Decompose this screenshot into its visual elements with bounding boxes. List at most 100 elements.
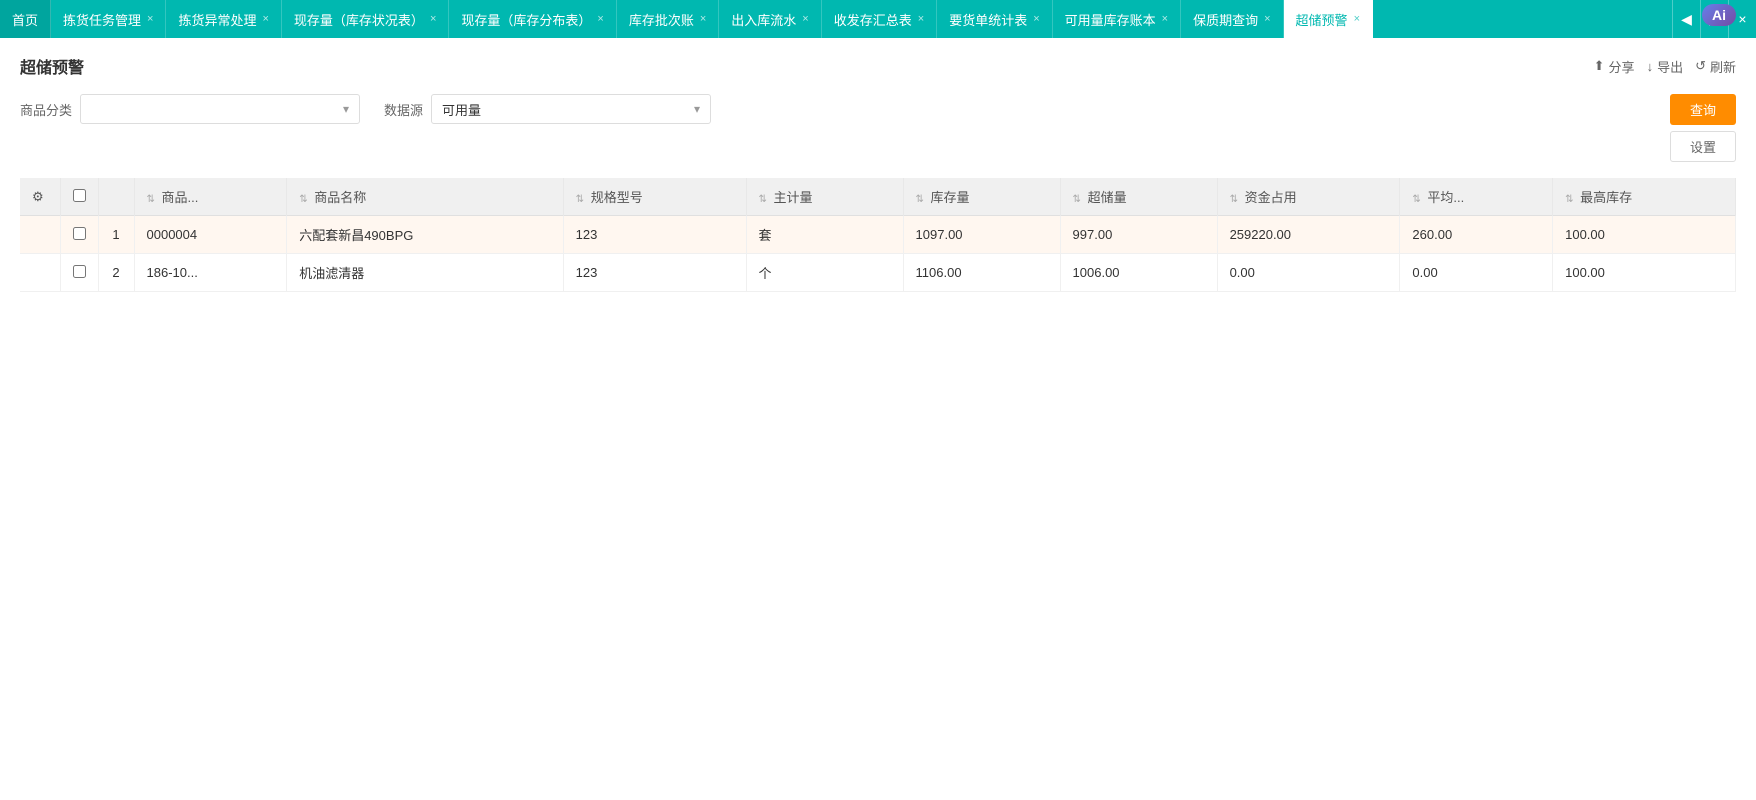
nav-overstock-warning[interactable]: 超储预警 × <box>1284 0 1373 38</box>
row1-overstock: 997.00 <box>1060 216 1217 254</box>
chevron-down-icon2: ▾ <box>694 102 700 116</box>
col-inventory[interactable]: ⇅ 库存量 <box>903 178 1060 216</box>
nav-abnormal[interactable]: 拣货异常处理 × <box>166 0 281 38</box>
table-row: 1 0000004 六配套新昌490BPG 123 套 1097.00 997.… <box>20 216 1736 254</box>
nav-batch-account[interactable]: 库存批次账 × <box>617 0 719 38</box>
close-inout-flow[interactable]: × <box>802 13 808 25</box>
row2-capital-occupied: 0.00 <box>1217 254 1400 292</box>
datasource-select-value: 可用量 <box>442 100 481 119</box>
nav-order-stats[interactable]: 要货单统计表 × <box>937 0 1052 38</box>
sort-icon: ⇅ <box>147 194 155 205</box>
sort-icon2: ⇅ <box>299 194 307 205</box>
row1-checkbox[interactable] <box>60 216 98 254</box>
nav-home[interactable]: 首页 <box>0 0 51 38</box>
col-goods-name[interactable]: ⇅ 商品名称 <box>287 178 563 216</box>
row1-spec: 123 <box>563 216 746 254</box>
sort-icon7: ⇅ <box>1230 194 1238 205</box>
row1-capital-occupied: 259220.00 <box>1217 216 1400 254</box>
close-quality-check[interactable]: × <box>1264 13 1270 25</box>
datasource-label: 数据源 <box>384 100 423 119</box>
col-settings[interactable]: ⚙ <box>20 178 60 216</box>
col-row-num <box>98 178 134 216</box>
close-avail-account[interactable]: × <box>1162 13 1168 25</box>
close-inventory-dist[interactable]: × <box>597 13 603 25</box>
row1-num: 1 <box>98 216 134 254</box>
row2-inventory: 1106.00 <box>903 254 1060 292</box>
row2-goods-code: 186-10... <box>134 254 287 292</box>
query-button[interactable]: 查询 <box>1670 94 1736 125</box>
export-button[interactable]: ↓ 导出 <box>1647 57 1684 76</box>
row2-num: 2 <box>98 254 134 292</box>
col-capital-occupied[interactable]: ⇅ 资金占用 <box>1217 178 1400 216</box>
nav-arrow-left[interactable]: ◀ <box>1672 0 1700 38</box>
row2-spec: 123 <box>563 254 746 292</box>
col-spec[interactable]: ⇅ 规格型号 <box>563 178 746 216</box>
export-icon: ↓ <box>1647 59 1654 74</box>
page-header: 超储预警 ⬆ 分享 ↓ 导出 ↺ 刷新 <box>20 54 1736 78</box>
col-goods-code[interactable]: ⇅ 商品... <box>134 178 287 216</box>
sort-icon6: ⇅ <box>1073 194 1081 205</box>
table-row: 2 186-10... 机油滤清器 123 个 1106.00 1006.00 … <box>20 254 1736 292</box>
filters-inner: 商品分类 ▾ 数据源 可用量 ▾ <box>20 94 1650 124</box>
nav-inventory-dist[interactable]: 现存量（库存分布表） × <box>449 0 616 38</box>
row1-max-inventory: 100.00 <box>1553 216 1736 254</box>
share-icon: ⬆ <box>1594 58 1605 74</box>
row2-goods-name: 机油滤清器 <box>287 254 563 292</box>
select-all-checkbox[interactable] <box>73 189 86 202</box>
top-nav: 首页 拣货任务管理 × 拣货异常处理 × 现存量（库存状况表） × 现存量（库存… <box>0 0 1756 38</box>
nav-receipt-summary[interactable]: 收发存汇总表 × <box>822 0 937 38</box>
nav-inventory-status[interactable]: 现存量（库存状况表） × <box>282 0 449 38</box>
nav-task-mgmt[interactable]: 拣货任务管理 × <box>51 0 166 38</box>
close-overstock-warning[interactable]: × <box>1354 13 1360 25</box>
datasource-select[interactable]: 可用量 ▾ <box>431 94 711 124</box>
table-header-row: ⚙ ⇅ 商品... ⇅ 商品名称 ⇅ 规格型号 <box>20 178 1736 216</box>
page-actions: ⬆ 分享 ↓ 导出 ↺ 刷新 <box>1594 57 1736 76</box>
nav-quality-check[interactable]: 保质期查询 × <box>1181 0 1283 38</box>
sort-icon8: ⇅ <box>1412 194 1420 205</box>
row2-settings <box>20 254 60 292</box>
share-button[interactable]: ⬆ 分享 <box>1594 57 1635 76</box>
row2-checkbox[interactable] <box>60 254 98 292</box>
chevron-down-icon: ▾ <box>343 102 349 116</box>
ai-badge: Ai <box>1702 4 1736 26</box>
category-label: 商品分类 <box>20 100 72 119</box>
close-abnormal[interactable]: × <box>262 13 268 25</box>
filters-section: 商品分类 ▾ 数据源 可用量 ▾ 查询 设置 <box>20 94 1736 162</box>
nav-inout-flow[interactable]: 出入库流水 × <box>719 0 821 38</box>
close-order-stats[interactable]: × <box>1033 13 1039 25</box>
filter-row: 商品分类 ▾ 数据源 可用量 ▾ <box>20 94 1650 124</box>
refresh-button[interactable]: ↺ 刷新 <box>1695 57 1736 76</box>
data-table: ⚙ ⇅ 商品... ⇅ 商品名称 ⇅ 规格型号 <box>20 178 1736 292</box>
row1-settings <box>20 216 60 254</box>
col-max-inventory[interactable]: ⇅ 最高库存 <box>1553 178 1736 216</box>
row1-goods-name: 六配套新昌490BPG <box>287 216 563 254</box>
category-select[interactable]: ▾ <box>80 94 360 124</box>
datasource-filter-group: 数据源 可用量 ▾ <box>384 94 711 124</box>
sort-icon9: ⇅ <box>1565 194 1573 205</box>
close-task-mgmt[interactable]: × <box>147 13 153 25</box>
close-batch-account[interactable]: × <box>700 13 706 25</box>
col-unit[interactable]: ⇅ 主计量 <box>746 178 903 216</box>
sort-icon4: ⇅ <box>759 194 767 205</box>
refresh-icon: ↺ <box>1695 58 1706 74</box>
sort-icon5: ⇅ <box>916 194 924 205</box>
close-inventory-status[interactable]: × <box>430 13 436 25</box>
nav-avail-account[interactable]: 可用量库存账本 × <box>1053 0 1181 38</box>
sort-icon3: ⇅ <box>576 194 584 205</box>
row1-avg: 260.00 <box>1400 216 1553 254</box>
row2-check[interactable] <box>73 265 86 278</box>
col-checkbox[interactable] <box>60 178 98 216</box>
category-filter-group: 商品分类 ▾ <box>20 94 360 124</box>
row1-inventory: 1097.00 <box>903 216 1060 254</box>
filter-buttons: 查询 设置 <box>1670 94 1736 162</box>
settings-icon: ⚙ <box>32 189 44 204</box>
row2-avg: 0.00 <box>1400 254 1553 292</box>
close-receipt-summary[interactable]: × <box>918 13 924 25</box>
row2-overstock: 1006.00 <box>1060 254 1217 292</box>
row2-max-inventory: 100.00 <box>1553 254 1736 292</box>
col-overstock[interactable]: ⇅ 超储量 <box>1060 178 1217 216</box>
settings-button[interactable]: 设置 <box>1670 131 1736 162</box>
col-avg[interactable]: ⇅ 平均... <box>1400 178 1553 216</box>
row1-unit: 套 <box>746 216 903 254</box>
row1-check[interactable] <box>73 227 86 240</box>
